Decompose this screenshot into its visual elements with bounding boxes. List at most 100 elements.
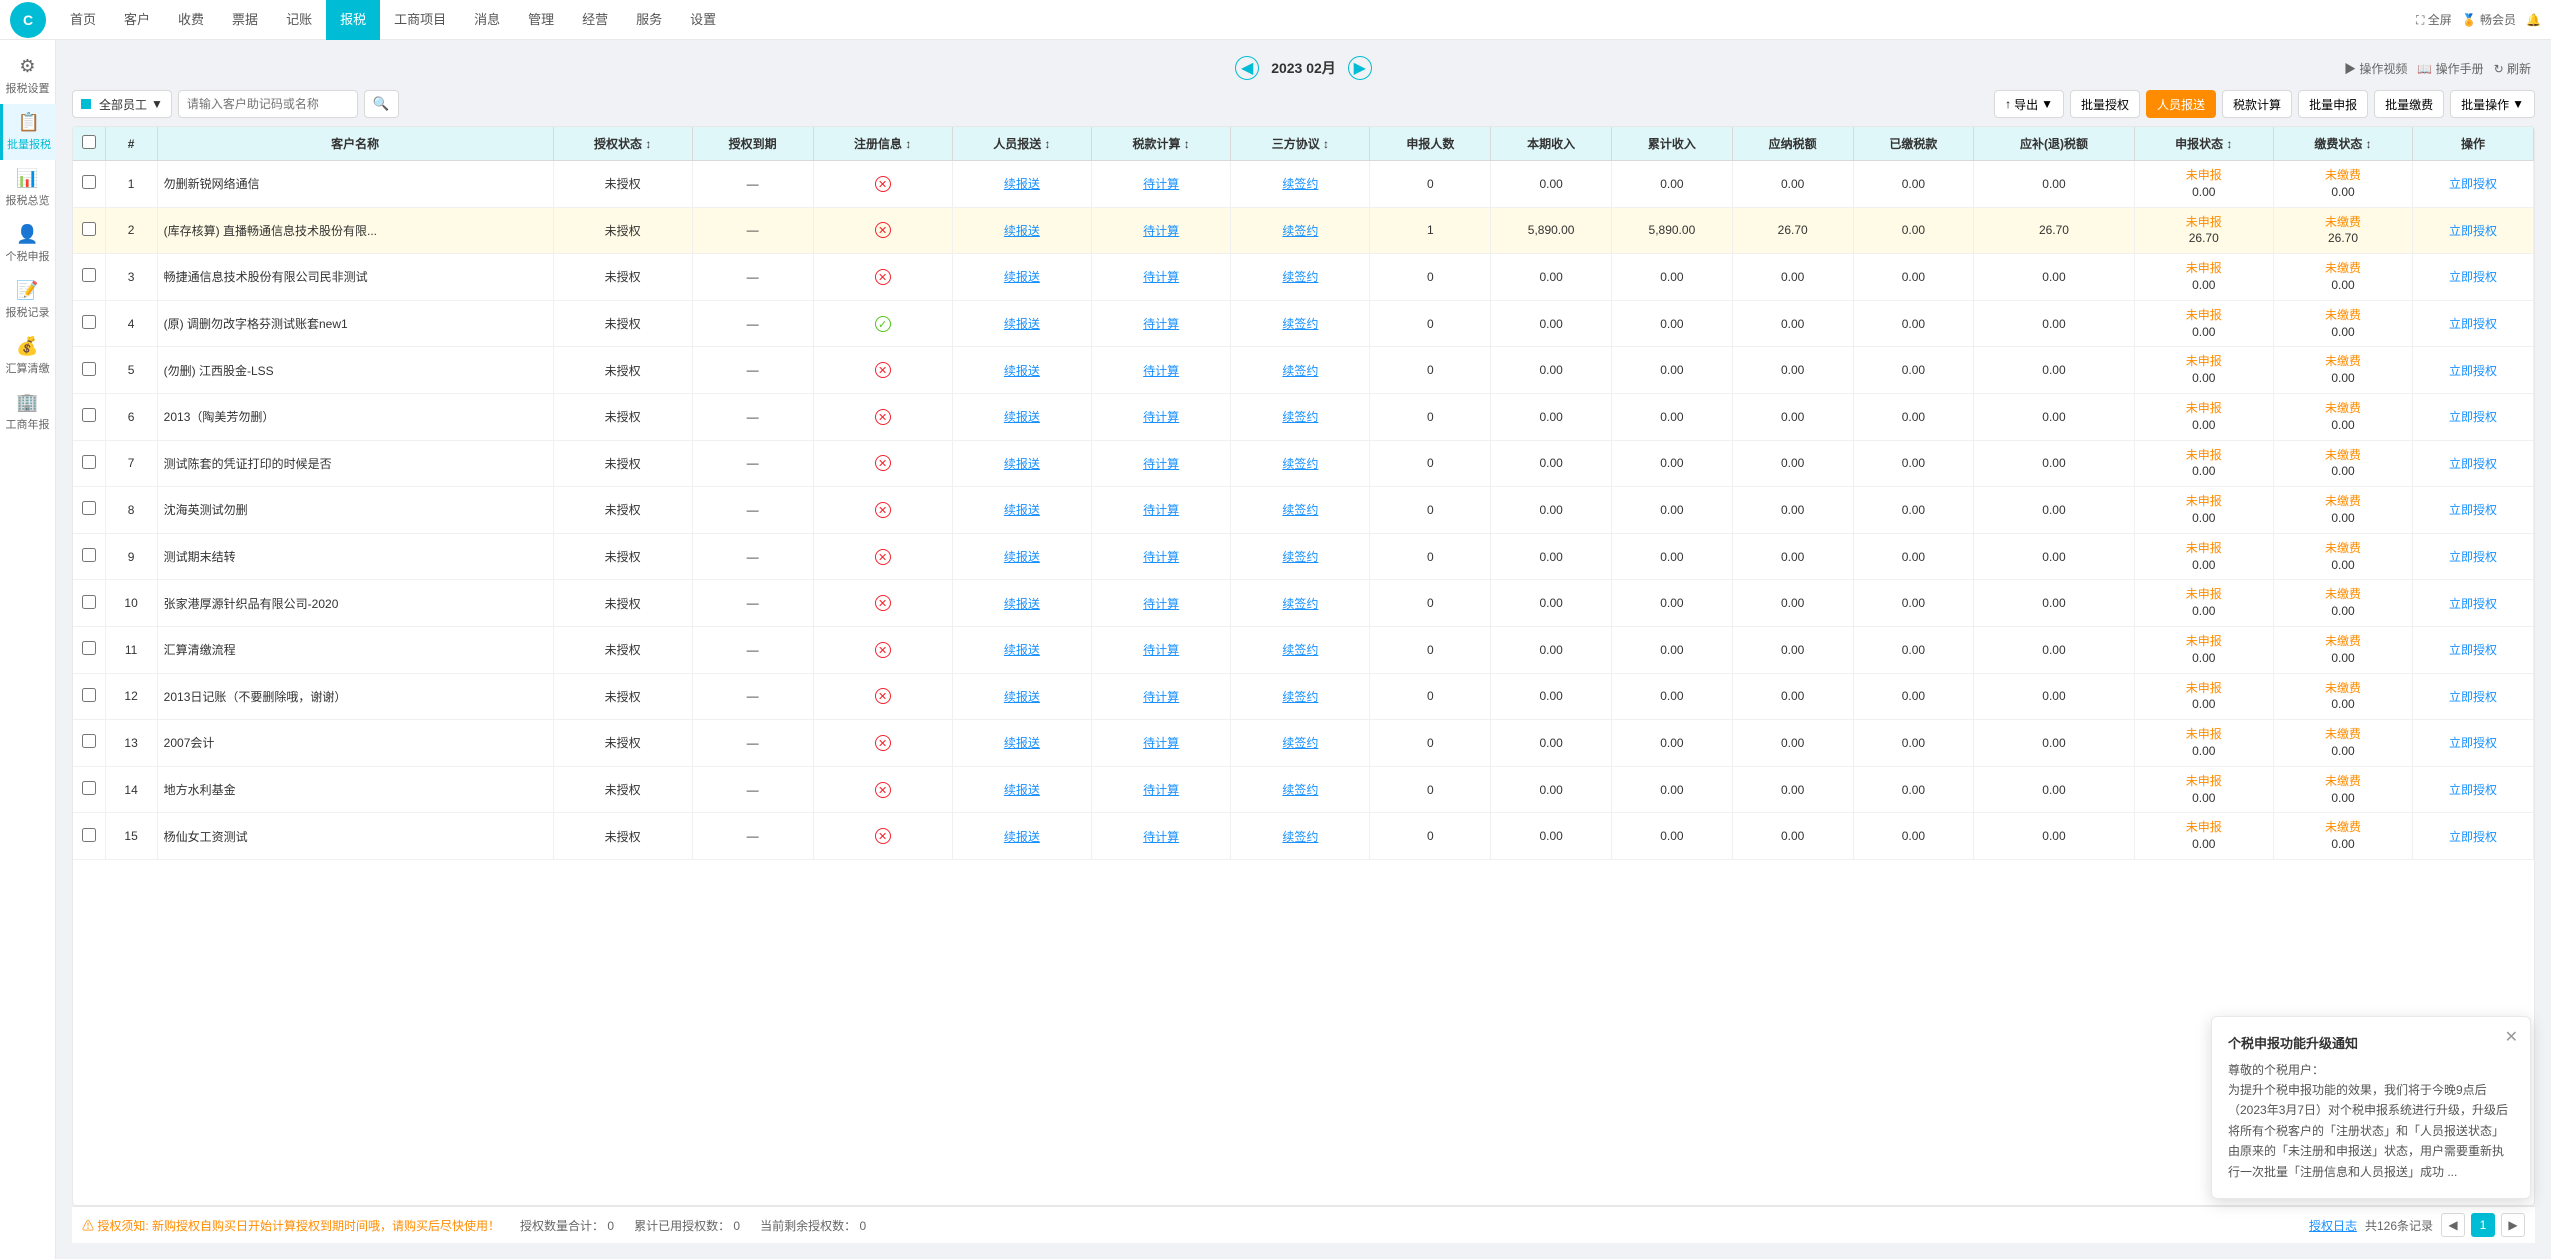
batch-op-button[interactable]: 批量操作 ▼ bbox=[2450, 90, 2535, 118]
select-all-checkbox[interactable] bbox=[82, 135, 96, 149]
triparty-link[interactable]: 续签约 bbox=[1282, 550, 1318, 564]
nav-settings[interactable]: 设置 bbox=[676, 0, 730, 40]
staff-report-link[interactable]: 续报送 bbox=[1004, 550, 1040, 564]
th-auth-status[interactable]: 授权状态 ↕ bbox=[553, 127, 692, 161]
sidebar-item-annual-settlement[interactable]: 💰 汇算清缴 bbox=[0, 328, 56, 384]
next-page-btn[interactable]: ▶ bbox=[2501, 1213, 2525, 1237]
staff-report-link[interactable]: 续报送 bbox=[1004, 457, 1040, 471]
triparty-link[interactable]: 续签约 bbox=[1282, 177, 1318, 191]
triparty-link[interactable]: 续签约 bbox=[1282, 503, 1318, 517]
batch-declare-button[interactable]: 批量申报 bbox=[2298, 90, 2368, 118]
th-tax-calc[interactable]: 税款计算 ↕ bbox=[1092, 127, 1231, 161]
tax-calc-button[interactable]: 税款计算 bbox=[2222, 90, 2292, 118]
nav-bookkeeping[interactable]: 记账 bbox=[272, 0, 326, 40]
th-declare-status[interactable]: 申报状态 ↕ bbox=[2134, 127, 2273, 161]
op-auth-link[interactable]: 立即授权 bbox=[2449, 643, 2497, 657]
triparty-link[interactable]: 续签约 bbox=[1282, 783, 1318, 797]
nav-message[interactable]: 消息 bbox=[460, 0, 514, 40]
triparty-link[interactable]: 续签约 bbox=[1282, 736, 1318, 750]
staff-report-link[interactable]: 续报送 bbox=[1004, 503, 1040, 517]
th-reg-info[interactable]: 注册信息 ↕ bbox=[813, 127, 952, 161]
staff-report-link[interactable]: 续报送 bbox=[1004, 177, 1040, 191]
staff-report-link[interactable]: 续报送 bbox=[1004, 364, 1040, 378]
row-checkbox[interactable] bbox=[82, 501, 96, 515]
row-checkbox[interactable] bbox=[82, 828, 96, 842]
nav-invoice[interactable]: 票据 bbox=[218, 0, 272, 40]
row-checkbox[interactable] bbox=[82, 362, 96, 376]
notification-icon[interactable]: 🔔 bbox=[2526, 13, 2541, 27]
tax-calc-link[interactable]: 待计算 bbox=[1143, 690, 1179, 704]
op-auth-link[interactable]: 立即授权 bbox=[2449, 690, 2497, 704]
nav-operation[interactable]: 经营 bbox=[568, 0, 622, 40]
row-checkbox[interactable] bbox=[82, 641, 96, 655]
tax-calc-link[interactable]: 待计算 bbox=[1143, 783, 1179, 797]
nav-admin[interactable]: 管理 bbox=[514, 0, 568, 40]
op-auth-link[interactable]: 立即授权 bbox=[2449, 410, 2497, 424]
staff-report-link[interactable]: 续报送 bbox=[1004, 643, 1040, 657]
search-button[interactable]: 🔍 bbox=[364, 90, 399, 118]
triparty-link[interactable]: 续签约 bbox=[1282, 364, 1318, 378]
staff-report-link[interactable]: 续报送 bbox=[1004, 690, 1040, 704]
th-auth-expire[interactable]: 授权到期 bbox=[692, 127, 813, 161]
th-staff-report[interactable]: 人员报送 ↕ bbox=[952, 127, 1091, 161]
op-auth-link[interactable]: 立即授权 bbox=[2449, 783, 2497, 797]
sidebar-item-personal-tax[interactable]: 👤 个税申报 bbox=[0, 216, 56, 272]
tax-calc-link[interactable]: 待计算 bbox=[1143, 597, 1179, 611]
th-triparty[interactable]: 三方协议 ↕ bbox=[1231, 127, 1370, 161]
nav-commerce[interactable]: 工商项目 bbox=[380, 0, 460, 40]
staff-report-link[interactable]: 续报送 bbox=[1004, 736, 1040, 750]
op-auth-link[interactable]: 立即授权 bbox=[2449, 736, 2497, 750]
row-checkbox[interactable] bbox=[82, 222, 96, 236]
staff-report-link[interactable]: 续报送 bbox=[1004, 224, 1040, 238]
employee-filter[interactable]: 全部员工 ▼ bbox=[72, 90, 172, 118]
op-manual-link[interactable]: 📖 操作手册 bbox=[2417, 60, 2483, 77]
tax-calc-link[interactable]: 待计算 bbox=[1143, 317, 1179, 331]
th-pay-status[interactable]: 缴费状态 ↕ bbox=[2273, 127, 2412, 161]
op-auth-link[interactable]: 立即授权 bbox=[2449, 550, 2497, 564]
staff-report-link[interactable]: 续报送 bbox=[1004, 783, 1040, 797]
op-auth-link[interactable]: 立即授权 bbox=[2449, 457, 2497, 471]
triparty-link[interactable]: 续签约 bbox=[1282, 457, 1318, 471]
staff-report-link[interactable]: 续报送 bbox=[1004, 270, 1040, 284]
staff-report-link[interactable]: 续报送 bbox=[1004, 410, 1040, 424]
tax-calc-link[interactable]: 待计算 bbox=[1143, 736, 1179, 750]
staff-report-button[interactable]: 人员报送 bbox=[2146, 90, 2216, 118]
op-auth-link[interactable]: 立即授权 bbox=[2449, 177, 2497, 191]
tax-calc-link[interactable]: 待计算 bbox=[1143, 410, 1179, 424]
search-input[interactable] bbox=[178, 90, 358, 118]
nav-service[interactable]: 服务 bbox=[622, 0, 676, 40]
fullscreen-btn[interactable]: ⛶ 全屏 bbox=[2416, 11, 2452, 28]
tax-calc-link[interactable]: 待计算 bbox=[1143, 550, 1179, 564]
row-checkbox[interactable] bbox=[82, 781, 96, 795]
row-checkbox[interactable] bbox=[82, 175, 96, 189]
tax-calc-link[interactable]: 待计算 bbox=[1143, 643, 1179, 657]
nav-tax[interactable]: 报税 bbox=[326, 0, 380, 40]
triparty-link[interactable]: 续签约 bbox=[1282, 317, 1318, 331]
nav-home[interactable]: 首页 bbox=[56, 0, 110, 40]
member-btn[interactable]: 🏅 畅会员 bbox=[2462, 11, 2516, 28]
staff-report-link[interactable]: 续报送 bbox=[1004, 597, 1040, 611]
tax-calc-link[interactable]: 待计算 bbox=[1143, 270, 1179, 284]
row-checkbox[interactable] bbox=[82, 455, 96, 469]
op-video-link[interactable]: ▶ 操作视频 bbox=[2344, 60, 2407, 77]
staff-report-link[interactable]: 续报送 bbox=[1004, 830, 1040, 844]
auth-log-link[interactable]: 授权日志 bbox=[2309, 1217, 2357, 1234]
triparty-link[interactable]: 续签约 bbox=[1282, 643, 1318, 657]
sidebar-item-tax-overview[interactable]: 📊 报税总览 bbox=[0, 160, 56, 216]
export-button[interactable]: ↑ 导出 ▼ bbox=[1994, 90, 2064, 118]
row-checkbox[interactable] bbox=[82, 688, 96, 702]
prev-month-btn[interactable]: ◀ bbox=[1235, 56, 1259, 80]
notification-close-btn[interactable]: ✕ bbox=[2505, 1027, 2518, 1047]
op-auth-link[interactable]: 立即授权 bbox=[2449, 830, 2497, 844]
row-checkbox[interactable] bbox=[82, 408, 96, 422]
next-month-btn[interactable]: ▶ bbox=[1348, 56, 1372, 80]
triparty-link[interactable]: 续签约 bbox=[1282, 224, 1318, 238]
refresh-btn[interactable]: ↻ 刷新 bbox=[2494, 60, 2531, 77]
op-auth-link[interactable]: 立即授权 bbox=[2449, 224, 2497, 238]
batch-pay-button[interactable]: 批量缴费 bbox=[2374, 90, 2444, 118]
row-checkbox[interactable] bbox=[82, 548, 96, 562]
row-checkbox[interactable] bbox=[82, 595, 96, 609]
triparty-link[interactable]: 续签约 bbox=[1282, 597, 1318, 611]
batch-auth-button[interactable]: 批量授权 bbox=[2070, 90, 2140, 118]
nav-customer[interactable]: 客户 bbox=[110, 0, 164, 40]
